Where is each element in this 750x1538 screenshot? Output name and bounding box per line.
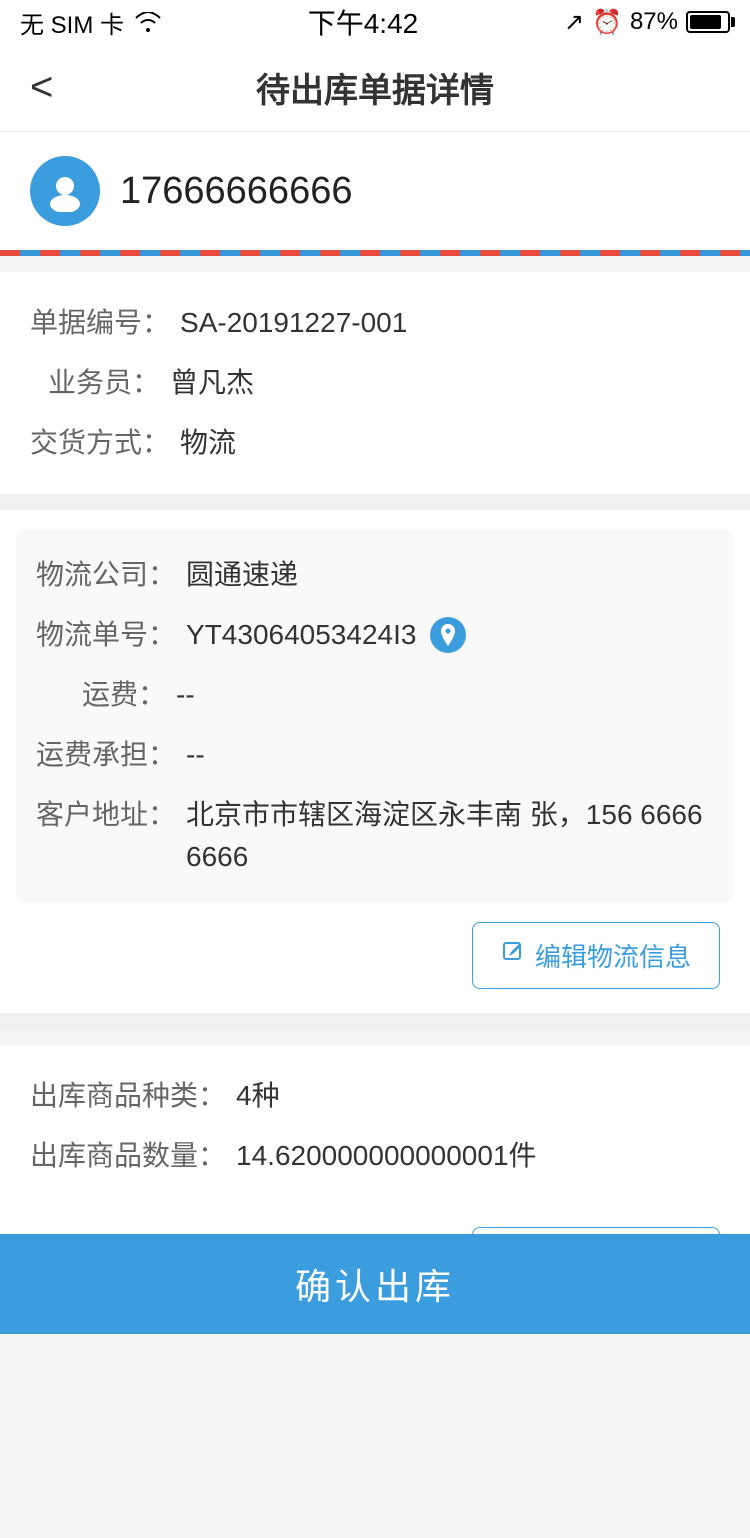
order-number-value: SA-20191227-001 [180,302,720,344]
battery-percent: 87% [630,8,678,36]
page-title: 待出库单据详情 [256,63,494,112]
tracking-number-value: YT43064053424I3 [186,614,714,656]
freight-value: -- [176,674,714,716]
logistics-section: 物流公司： 圆通速递 物流单号： YT43064053424I3 运费： -- [0,510,750,1013]
sales-person-value: 曾凡杰 [170,362,720,404]
order-number-row: 单据编号： SA-20191227-001 [30,302,720,344]
status-bar: 无 SIM 卡 下午4:42 ↗ ⏰ 87% [0,0,750,44]
section-divider-1 [0,494,750,510]
freight-bearer-label: 运费承担： [36,734,186,776]
goods-type-label: 出库商品种类： [30,1075,236,1117]
goods-type-value: 4种 [236,1075,720,1117]
goods-type-row: 出库商品种类： 4种 [30,1075,720,1117]
confirm-button[interactable]: 确认出库 [0,1234,750,1334]
sales-person-label: 业务员： [30,362,170,404]
alarm-icon: ⏰ [592,8,622,37]
dashed-separator [0,250,750,256]
location-status-icon: ↗ [564,8,584,37]
carrier-text: 无 SIM 卡 [20,5,124,40]
sales-person-row: 业务员： 曾凡杰 [30,362,720,404]
confirm-btn-label: 确认出库 [295,1258,455,1310]
delivery-method-label: 交货方式： [30,422,180,464]
edit-btn-wrap: 编辑物流信息 [0,902,750,1013]
customer-header: 17666666666 [0,132,750,250]
logistics-company-value: 圆通速递 [186,554,714,596]
freight-label: 运费： [36,674,176,716]
goods-section: 出库商品种类： 4种 出库商品数量： 14.620000000000001件 [0,1045,750,1207]
back-button[interactable]: < [30,65,53,110]
bottom-area: 确认出库 [0,1234,750,1334]
customer-avatar [30,156,100,226]
battery-icon [686,11,730,33]
tracking-number-label: 物流单号： [36,614,186,656]
order-number-label: 单据编号： [30,302,180,344]
goods-quantity-label: 出库商品数量： [30,1135,236,1177]
freight-row: 运费： -- [36,674,714,716]
logistics-company-row: 物流公司： 圆通速递 [36,554,714,596]
delivery-method-row: 交货方式： 物流 [30,422,720,464]
address-value: 北京市市辖区海淀区永丰南 张，156 6666 6666 [186,794,714,878]
status-left: 无 SIM 卡 [20,5,162,40]
order-info-section: 单据编号： SA-20191227-001 业务员： 曾凡杰 交货方式： 物流 [0,272,750,494]
freight-bearer-row: 运费承担： -- [36,734,714,776]
tracking-location-icon[interactable] [430,617,466,653]
goods-quantity-value: 14.620000000000001件 [236,1135,720,1177]
goods-quantity-row: 出库商品数量： 14.620000000000001件 [30,1135,720,1177]
edit-icon [501,940,525,971]
delivery-method-value: 物流 [180,422,720,464]
address-row: 客户地址： 北京市市辖区海淀区永丰南 张，156 6666 6666 [36,794,714,878]
section-divider-2 [0,1013,750,1029]
address-label: 客户地址： [36,794,186,836]
tracking-number-row: 物流单号： YT43064053424I3 [36,614,714,656]
logistics-box: 物流公司： 圆通速递 物流单号： YT43064053424I3 运费： -- [16,530,734,902]
customer-phone: 17666666666 [120,170,352,213]
logistics-company-label: 物流公司： [36,554,186,596]
edit-btn-label: 编辑物流信息 [535,937,691,974]
nav-bar: < 待出库单据详情 [0,44,750,132]
wifi-icon [134,12,162,32]
edit-logistics-button[interactable]: 编辑物流信息 [472,922,720,989]
status-right: ↗ ⏰ 87% [564,8,730,37]
freight-bearer-value: -- [186,734,714,776]
status-time: 下午4:42 [308,2,419,42]
